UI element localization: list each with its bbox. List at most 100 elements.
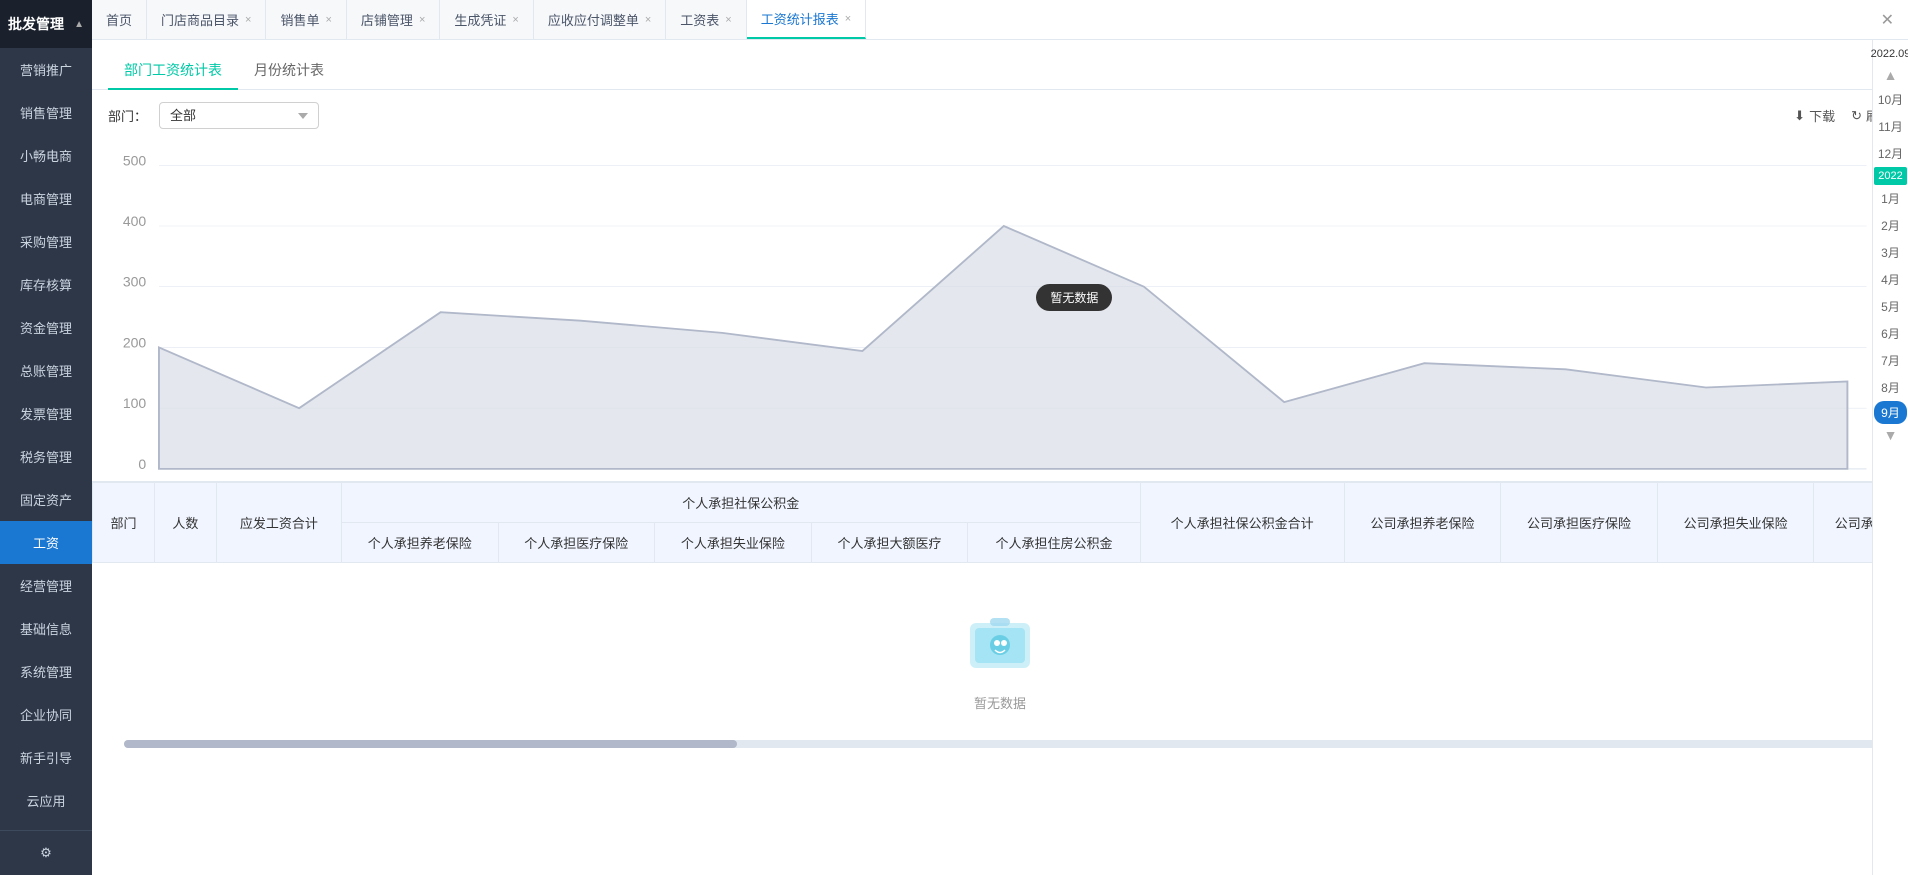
sub-tabs: 部门工资统计表月份统计表	[92, 40, 1908, 90]
tab-销售单[interactable]: 销售单 ×	[266, 0, 346, 39]
download-icon: ⬇	[1794, 108, 1805, 124]
tab-close-button[interactable]: ×	[325, 14, 331, 26]
tab-工资统计报表[interactable]: 工资统计报表×	[747, 0, 866, 39]
tab-close-button[interactable]: ×	[419, 14, 425, 26]
right-panel-month-2月[interactable]: 2月	[1874, 212, 1906, 239]
right-panel-month-4月[interactable]: 4月	[1874, 266, 1906, 293]
download-button[interactable]: ⬇ 下载	[1794, 106, 1835, 125]
sidebar-item-云应用[interactable]: 云应用	[0, 779, 92, 822]
svg-text:200: 200	[123, 336, 147, 351]
col-personal-total: 个人承担社保公积金合计	[1140, 483, 1344, 563]
data-table: 部门 人数 应发工资合计 个人承担社保公积金 个人承担社保公积金合计 公司承担养…	[92, 482, 1908, 563]
right-panel-month-7月[interactable]: 7月	[1874, 347, 1906, 374]
sidebar-item-采购管理[interactable]: 采购管理	[0, 220, 92, 263]
svg-text:300: 300	[123, 275, 147, 290]
tab-close-button[interactable]: ×	[725, 14, 731, 26]
col-personal-unemploy: 个人承担失业保险	[655, 523, 812, 563]
refresh-icon: ↻	[1851, 108, 1862, 124]
col-salary: 应发工资合计	[216, 483, 341, 563]
h-scrollbar-track[interactable]	[92, 732, 1908, 758]
sub-tab-月份统计表[interactable]: 月份统计表	[238, 52, 340, 90]
col-personal-major-medical: 个人承担大额医疗	[811, 523, 968, 563]
right-panel-month-2022[interactable]: 2022	[1874, 167, 1906, 185]
col-dept: 部门	[93, 483, 155, 563]
sidebar-item-系统管理[interactable]: 系统管理	[0, 650, 92, 693]
sidebar-item-库存核算[interactable]: 库存核算	[0, 263, 92, 306]
sidebar-item-总账管理[interactable]: 总账管理	[0, 349, 92, 392]
right-panel-down-arrow[interactable]: ▼	[1881, 424, 1901, 446]
download-label: 下载	[1809, 106, 1835, 125]
right-panel-month-11月[interactable]: 11月	[1874, 113, 1906, 140]
sidebar-item-基础信息[interactable]: 基础信息	[0, 607, 92, 650]
dept-label: 部门：	[108, 106, 147, 125]
toolbar-left: 部门： 全部	[108, 102, 319, 129]
sidebar-title: 批发管理	[8, 14, 64, 34]
sidebar-item-工资[interactable]: 工资	[0, 521, 92, 564]
tab-close-button[interactable]: ×	[245, 14, 251, 26]
col-group-personal: 个人承担社保公积金	[341, 483, 1140, 523]
col-company-unemploy: 公司承担失业保险	[1657, 483, 1814, 563]
tab-label: 店铺管理	[361, 10, 413, 29]
tab-工资表[interactable]: 工资表 ×	[666, 0, 746, 39]
sidebar-item-企业协同[interactable]: 企业协同	[0, 693, 92, 736]
sidebar-collapse-icon[interactable]: ▲	[74, 19, 84, 30]
right-panel-month-8月[interactable]: 8月	[1874, 374, 1906, 401]
sidebar-item-小畅电商[interactable]: 小畅电商	[0, 134, 92, 177]
tab-label: 销售单	[280, 10, 319, 29]
tab-门店商品目录[interactable]: 门店商品目录 ×	[147, 0, 266, 39]
toolbar: 部门： 全部 ⬇ 下载 ↻ 刷新	[92, 90, 1908, 141]
settings-icon: ⚙	[40, 845, 52, 860]
sidebar-item-电商管理[interactable]: 电商管理	[0, 177, 92, 220]
sidebar-item-经营管理[interactable]: 经营管理	[0, 564, 92, 607]
chart-svg: 0 100 200 300 400 500	[108, 141, 1892, 481]
tab-close-button[interactable]: ×	[645, 14, 651, 26]
sidebar-header[interactable]: 批发管理 ▲	[0, 0, 92, 48]
tab-生成凭证[interactable]: 生成凭证 ×	[440, 0, 533, 39]
sidebar-item-营销推广[interactable]: 营销推广	[0, 48, 92, 91]
col-company-medical: 公司承担医疗保险	[1501, 483, 1658, 563]
right-panel-month-9月[interactable]: 9月	[1874, 401, 1906, 424]
tab-bar: 首页门店商品目录×销售单×店铺管理×生成凭证×应收应付调整单×工资表×工资统计报…	[92, 0, 1908, 40]
tabs-container: 首页门店商品目录×销售单×店铺管理×生成凭证×应收应付调整单×工资表×工资统计报…	[92, 0, 866, 39]
svg-text:400: 400	[123, 214, 147, 229]
sub-tab-部门工资统计表[interactable]: 部门工资统计表	[108, 52, 238, 90]
window-close-button[interactable]: ✕	[1867, 10, 1908, 30]
tab-close-button[interactable]: ×	[845, 13, 851, 25]
sidebar-item-销售管理[interactable]: 销售管理	[0, 91, 92, 134]
svg-text:100: 100	[123, 396, 147, 411]
sidebar-footer-settings[interactable]: ⚙	[0, 830, 92, 875]
sidebar-item-资金管理[interactable]: 资金管理	[0, 306, 92, 349]
tab-首页[interactable]: 首页	[92, 0, 147, 39]
tab-close-button[interactable]: ×	[512, 14, 518, 26]
right-panel-month-10月[interactable]: 10月	[1874, 86, 1906, 113]
h-scrollbar[interactable]	[124, 740, 1876, 748]
sidebar-item-税务管理[interactable]: 税务管理	[0, 435, 92, 478]
right-panel-month-5月[interactable]: 5月	[1874, 293, 1906, 320]
h-scrollbar-thumb[interactable]	[124, 740, 737, 748]
right-panel-month-6月[interactable]: 6月	[1874, 320, 1906, 347]
table-wrapper: 部门 人数 应发工资合计 个人承担社保公积金 个人承担社保公积金合计 公司承担养…	[92, 481, 1908, 563]
svg-text:0: 0	[138, 457, 146, 472]
tab-label: 生成凭证	[454, 10, 506, 29]
right-panel-month-12月[interactable]: 12月	[1874, 140, 1906, 167]
sidebar-item-发票管理[interactable]: 发票管理	[0, 392, 92, 435]
empty-icon	[960, 603, 1040, 683]
tab-店铺管理[interactable]: 店铺管理 ×	[347, 0, 440, 39]
dept-select[interactable]: 全部	[159, 102, 319, 129]
right-panel-date: 2022.09	[1869, 44, 1908, 64]
sidebar-item-新手引导[interactable]: 新手引导	[0, 736, 92, 779]
right-panel-month-3月[interactable]: 3月	[1874, 239, 1906, 266]
right-panel-month-1月[interactable]: 1月	[1874, 185, 1906, 212]
tab-label: 工资表	[680, 10, 719, 29]
empty-text: 暂无数据	[974, 693, 1026, 712]
sidebar-item-固定资产[interactable]: 固定资产	[0, 478, 92, 521]
sidebar: 批发管理 ▲ 营销推广销售管理小畅电商电商管理采购管理库存核算资金管理总账管理发…	[0, 0, 92, 875]
col-personal-elderly: 个人承担养老保险	[341, 523, 498, 563]
right-panel-up-arrow[interactable]: ▲	[1881, 64, 1901, 86]
right-panel-months: 10月11月12月20221月2月3月4月5月6月7月8月9月	[1874, 86, 1906, 424]
tab-应收应付调整单[interactable]: 应收应付调整单×	[534, 0, 666, 39]
col-personal-housing: 个人承担住房公积金	[968, 523, 1140, 563]
chart-area: 0 100 200 300 400 500 暂无数据	[92, 141, 1908, 481]
tab-label: 门店商品目录	[161, 10, 239, 29]
col-people: 人数	[154, 483, 216, 563]
